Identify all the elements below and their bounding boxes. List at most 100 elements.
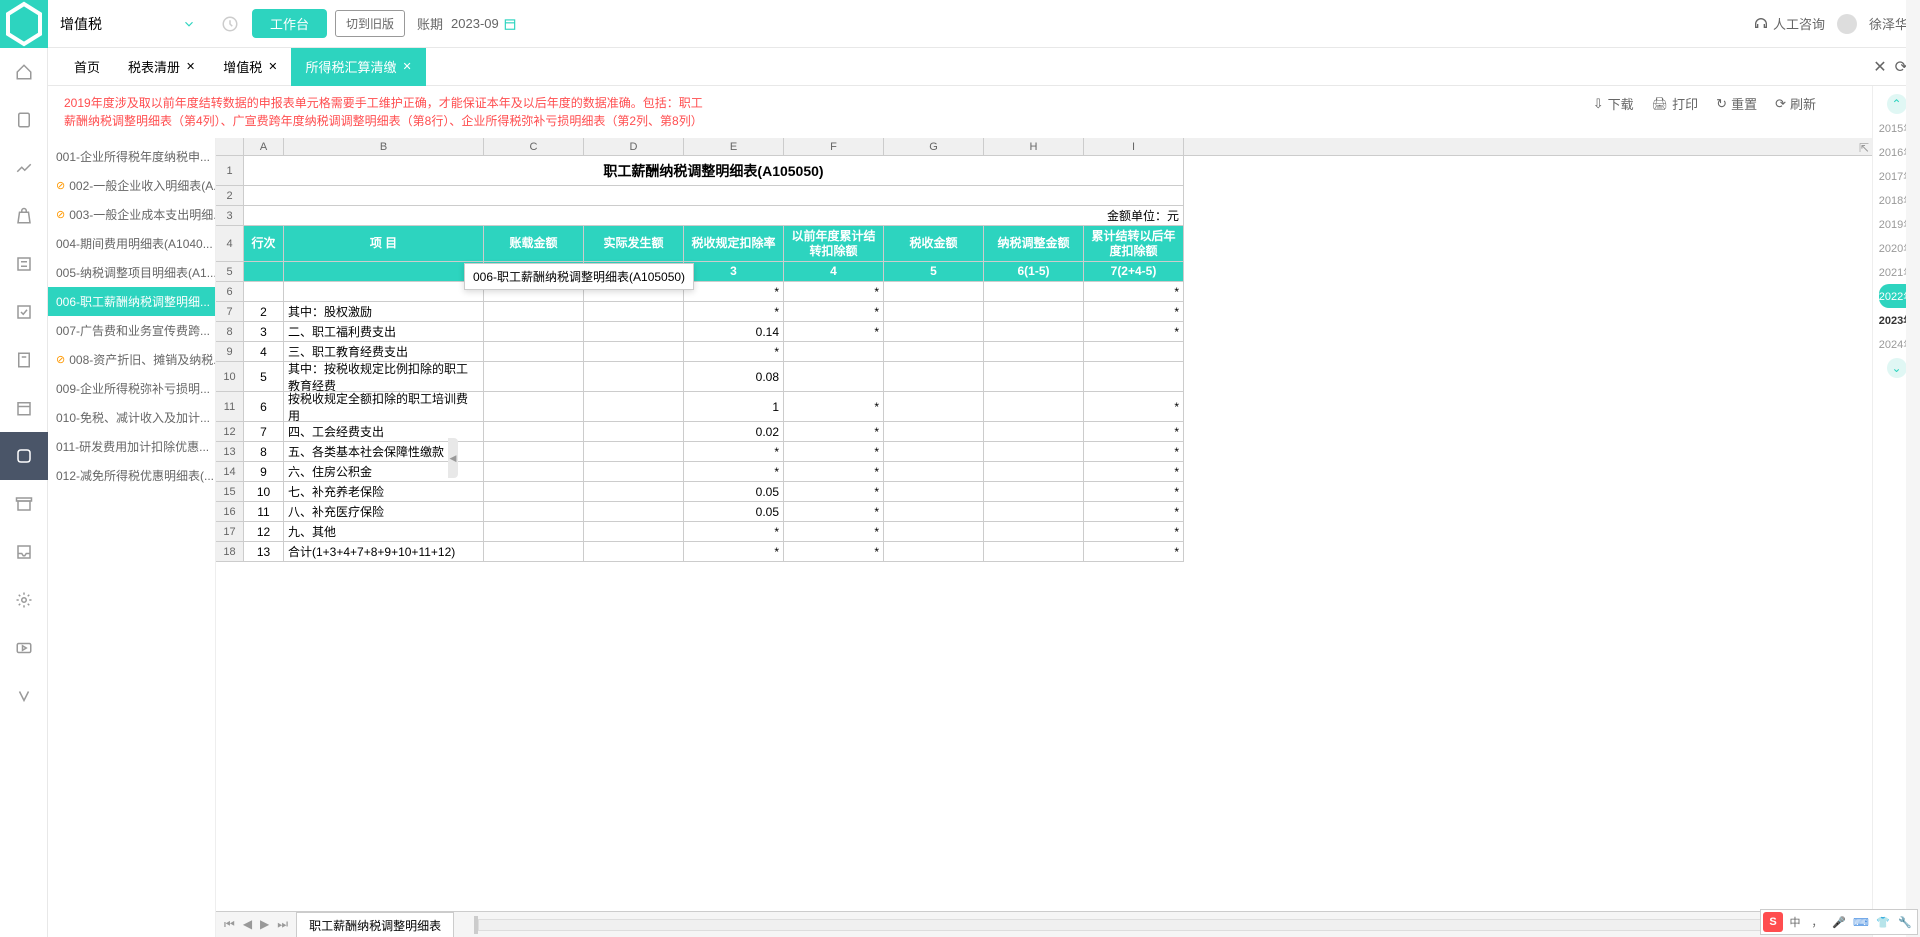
data-cell[interactable] [984, 392, 1084, 422]
tab-close-icon[interactable]: ✕ [268, 60, 277, 73]
form-item-8[interactable]: 009-企业所得税弥补亏损明... [48, 374, 215, 403]
data-cell[interactable]: * [1084, 462, 1184, 482]
data-cell[interactable]: * [784, 542, 884, 562]
data-cell[interactable]: 1 [684, 392, 784, 422]
form-item-1[interactable]: ⊘002-一般企业收入明细表(A... [48, 171, 215, 200]
nav-check-icon[interactable] [0, 288, 48, 336]
data-cell[interactable]: * [1084, 542, 1184, 562]
data-cell[interactable] [584, 362, 684, 392]
data-cell[interactable]: * [684, 442, 784, 462]
data-cell[interactable]: * [784, 502, 884, 522]
data-cell[interactable]: * [1084, 442, 1184, 462]
data-cell[interactable] [884, 362, 984, 392]
data-cell[interactable] [984, 462, 1084, 482]
data-cell[interactable]: * [1084, 302, 1184, 322]
tab-1[interactable]: 税表清册✕ [114, 48, 209, 86]
tab-3[interactable]: 所得税汇算清缴✕ [291, 48, 425, 86]
data-cell[interactable] [984, 522, 1084, 542]
tab-close-icon[interactable]: ✕ [186, 60, 195, 73]
data-cell[interactable] [784, 342, 884, 362]
form-item-10[interactable]: 011-研发费用加计扣除优惠... [48, 432, 215, 461]
nav-home-icon[interactable] [0, 48, 48, 96]
data-cell[interactable]: * [784, 422, 884, 442]
data-cell[interactable] [484, 502, 584, 522]
form-item-0[interactable]: 001-企业所得税年度纳税申... [48, 142, 215, 171]
data-cell[interactable] [584, 442, 684, 462]
nav-v-icon[interactable] [0, 672, 48, 720]
ime-punct-icon[interactable]: ， [1807, 912, 1827, 932]
sheet-first-icon[interactable]: ⏮ [224, 917, 235, 932]
data-cell[interactable] [584, 462, 684, 482]
data-cell[interactable] [584, 522, 684, 542]
nav-archive-icon[interactable] [0, 480, 48, 528]
data-cell[interactable] [884, 392, 984, 422]
form-item-2[interactable]: ⊘003-一般企业成本支出明细... [48, 200, 215, 229]
data-cell[interactable] [584, 502, 684, 522]
data-cell[interactable]: * [1084, 392, 1184, 422]
data-cell[interactable]: * [784, 482, 884, 502]
form-item-6[interactable]: 007-广告费和业务宣传费跨... [48, 316, 215, 345]
nav-tax-icon[interactable] [0, 432, 48, 480]
data-cell[interactable] [484, 522, 584, 542]
data-cell[interactable]: * [784, 442, 884, 462]
data-cell[interactable] [884, 302, 984, 322]
data-cell[interactable]: 0.05 [684, 482, 784, 502]
col-header[interactable]: D [584, 138, 684, 155]
data-cell[interactable] [884, 522, 984, 542]
data-cell[interactable] [484, 342, 584, 362]
data-cell[interactable]: 0.14 [684, 322, 784, 342]
form-item-7[interactable]: ⊘008-资产折旧、摊销及纳税... [48, 345, 215, 374]
ime-tool-icon[interactable]: 🔧 [1895, 912, 1915, 932]
nav-list-icon[interactable] [0, 240, 48, 288]
ime-skin-icon[interactable]: 👕 [1873, 912, 1893, 932]
data-cell[interactable] [884, 462, 984, 482]
form-item-4[interactable]: 005-纳税调整项目明细表(A1... [48, 258, 215, 287]
consult-button[interactable]: 人工咨询 [1753, 14, 1825, 33]
refresh-button[interactable]: ⟳ 刷新 [1775, 94, 1816, 113]
tab-close-all-icon[interactable]: ✕ [1873, 57, 1886, 77]
nav-settings-icon[interactable] [0, 576, 48, 624]
h-scrollbar[interactable] [478, 919, 1852, 931]
data-cell[interactable] [784, 362, 884, 392]
data-cell[interactable] [984, 302, 1084, 322]
data-cell[interactable] [984, 442, 1084, 462]
data-cell[interactable]: 0.05 [684, 502, 784, 522]
data-cell[interactable]: * [684, 542, 784, 562]
tab-2[interactable]: 增值税✕ [209, 48, 291, 86]
data-cell[interactable] [984, 482, 1084, 502]
data-cell[interactable] [884, 442, 984, 462]
data-cell[interactable] [584, 482, 684, 502]
data-cell[interactable] [984, 342, 1084, 362]
data-cell[interactable]: * [784, 302, 884, 322]
data-cell[interactable] [484, 392, 584, 422]
sheet-tab[interactable]: 职工薪酬纳税调整明细表 [296, 912, 454, 937]
data-cell[interactable]: * [1084, 422, 1184, 442]
data-cell[interactable] [884, 422, 984, 442]
period-selector[interactable]: 账期 2023-09 [417, 14, 517, 33]
data-cell[interactable]: * [784, 322, 884, 342]
data-cell[interactable]: * [784, 392, 884, 422]
data-cell[interactable] [484, 322, 584, 342]
data-cell[interactable]: 0.02 [684, 422, 784, 442]
data-cell[interactable] [484, 302, 584, 322]
collapse-handle[interactable]: ◀ [448, 438, 458, 478]
data-cell[interactable] [984, 542, 1084, 562]
data-cell[interactable]: * [684, 302, 784, 322]
data-cell[interactable] [584, 392, 684, 422]
col-header[interactable]: E [684, 138, 784, 155]
data-cell[interactable] [484, 362, 584, 392]
col-header[interactable]: B [284, 138, 484, 155]
data-cell[interactable] [1084, 362, 1184, 392]
data-cell[interactable] [1084, 342, 1184, 362]
sheet-last-icon[interactable]: ⏭ [277, 917, 288, 932]
data-cell[interactable] [484, 422, 584, 442]
nav-doc-icon[interactable] [0, 96, 48, 144]
data-cell[interactable] [884, 342, 984, 362]
data-cell[interactable]: * [1084, 502, 1184, 522]
ime-s-icon[interactable]: S [1763, 912, 1783, 932]
form-item-3[interactable]: 004-期间费用明细表(A1040... [48, 229, 215, 258]
col-header[interactable]: C [484, 138, 584, 155]
form-item-11[interactable]: 012-减免所得税优惠明细表(... [48, 461, 215, 490]
data-cell[interactable]: * [1084, 482, 1184, 502]
data-cell[interactable] [484, 442, 584, 462]
